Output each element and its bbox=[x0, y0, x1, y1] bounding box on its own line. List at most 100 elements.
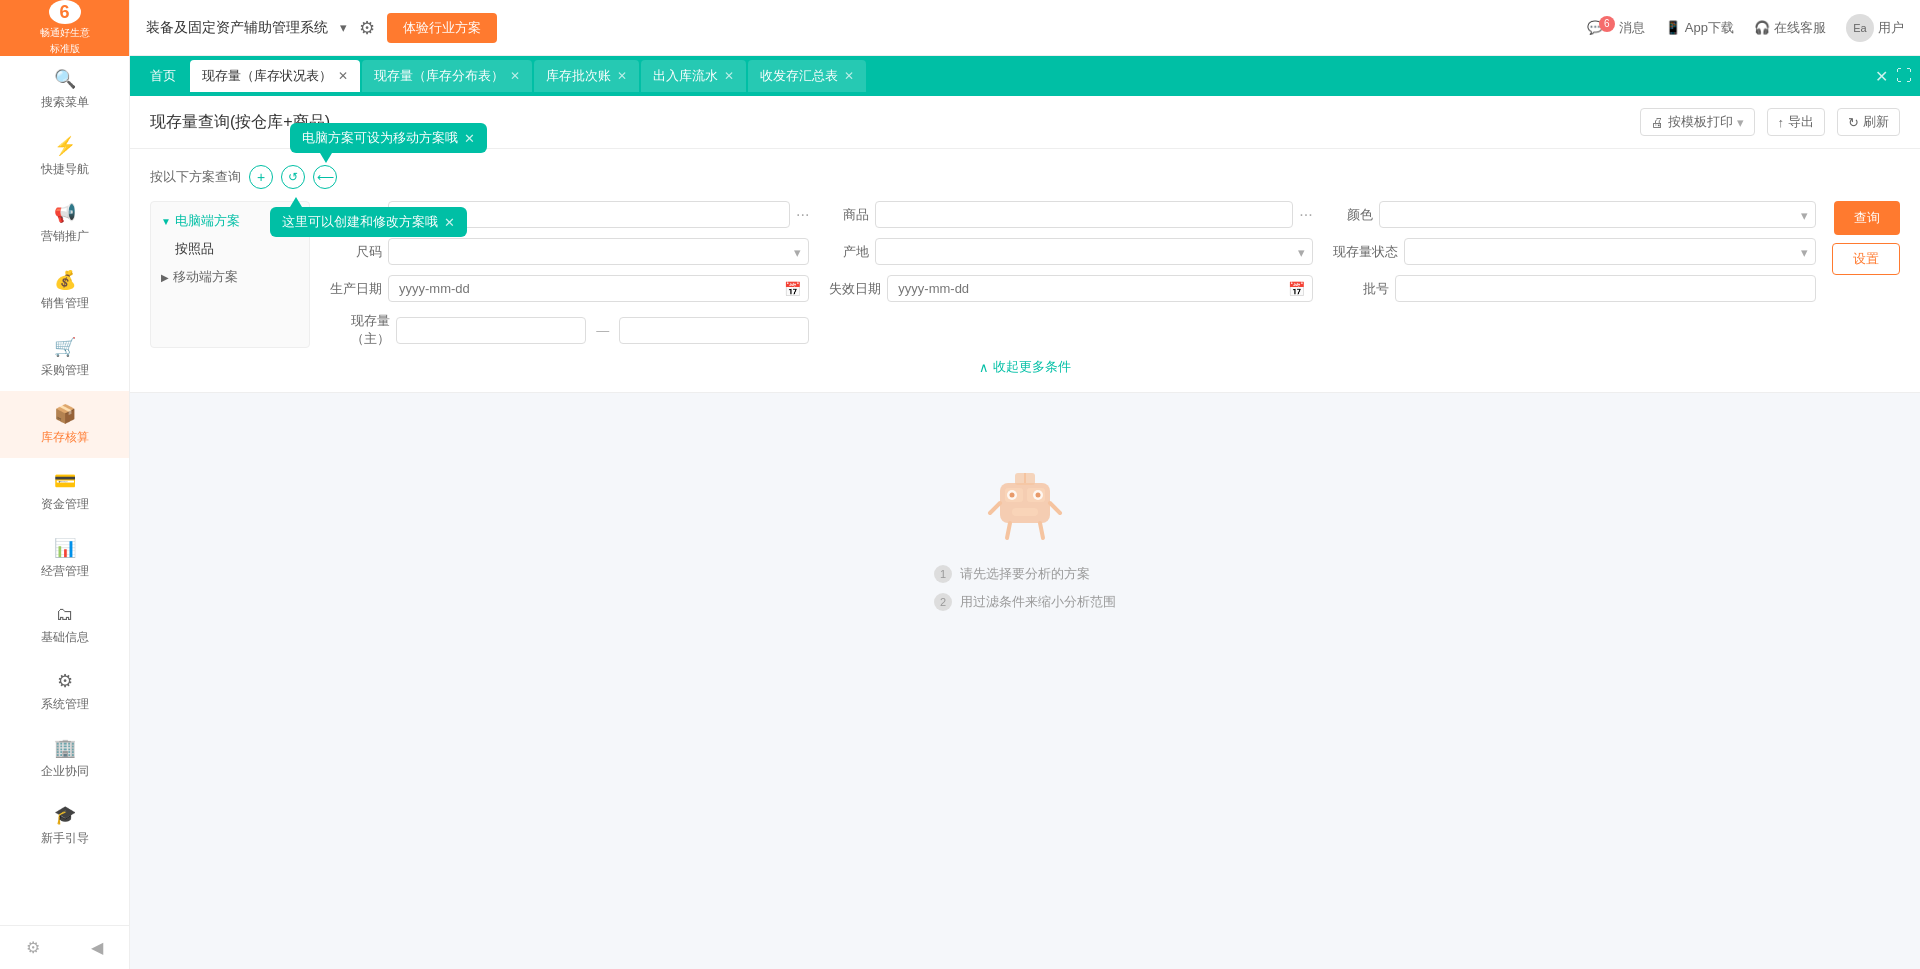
tab-batch-ledger-label: 库存批次账 bbox=[546, 67, 611, 85]
filter-size: 尺码 ▾ bbox=[326, 238, 809, 265]
add-scheme-btn[interactable]: + bbox=[249, 165, 273, 189]
tab-in-out-flow-label: 出入库流水 bbox=[653, 67, 718, 85]
user-avatar-text: Ea bbox=[1853, 22, 1866, 34]
tab-receive-summary-close[interactable]: ✕ bbox=[844, 69, 854, 83]
stock-main-label: 现存量（主） bbox=[326, 312, 390, 348]
sidebar-label-inventory: 库存核算 bbox=[41, 429, 89, 446]
sidebar-item-quicknav[interactable]: ⚡ 快捷导航 bbox=[0, 123, 129, 190]
filter-fields: 仓库 ··· 商品 ··· 颜色 bbox=[326, 201, 1816, 348]
topbar-right: 💬 6 消息 📱 App下载 🎧 在线客服 Ea 用户 bbox=[1587, 14, 1904, 42]
stock-status-select[interactable] bbox=[1404, 238, 1816, 265]
empty-icon bbox=[975, 453, 1075, 553]
refresh-scheme-btn[interactable]: ↺ bbox=[281, 165, 305, 189]
sidebar-item-marketing[interactable]: 📢 营销推广 bbox=[0, 190, 129, 257]
back-scheme-btn[interactable]: ⟵ bbox=[313, 165, 337, 189]
tab-inventory-status[interactable]: 现存量（库存状况表） ✕ bbox=[190, 60, 360, 92]
sidebar-label-guide: 新手引导 bbox=[41, 830, 89, 847]
tooltip-edit-close[interactable]: ✕ bbox=[444, 215, 455, 230]
product-input[interactable] bbox=[875, 201, 1293, 228]
quicknav-icon: ⚡ bbox=[54, 135, 76, 157]
svg-point-13 bbox=[1036, 493, 1041, 498]
industry-btn[interactable]: 体验行业方案 bbox=[387, 13, 497, 43]
sidebar-item-purchase[interactable]: 🛒 采购管理 bbox=[0, 324, 129, 391]
tabbar-fullscreen-icon[interactable]: ⛶ bbox=[1896, 67, 1912, 85]
sidebar-item-guide[interactable]: 🎓 新手引导 bbox=[0, 792, 129, 859]
chevron-up-icon: ∧ bbox=[979, 360, 989, 375]
sidebar-item-enterprise[interactable]: 🏢 企业协同 bbox=[0, 725, 129, 792]
scheme-mobile[interactable]: ▶ 移动端方案 bbox=[151, 262, 309, 292]
filter-row-4: 现存量（主） — bbox=[326, 312, 1816, 348]
sidebar-item-baseinfo[interactable]: 🗂 基础信息 bbox=[0, 592, 129, 658]
sidebar-item-search[interactable]: 🔍 搜索菜单 bbox=[0, 56, 129, 123]
bottom-settings-icon[interactable]: ⚙ bbox=[26, 938, 40, 957]
prod-date-wrap: 📅 bbox=[388, 275, 809, 302]
sidebar-item-operations[interactable]: 📊 经营管理 bbox=[0, 525, 129, 592]
origin-select[interactable] bbox=[875, 238, 1312, 265]
template-print-btn[interactable]: 🖨 按模板打印 ▾ bbox=[1640, 108, 1755, 136]
tab-in-out-flow-close[interactable]: ✕ bbox=[724, 69, 734, 83]
tab-home[interactable]: 首页 bbox=[138, 60, 188, 92]
product-dots[interactable]: ··· bbox=[1299, 206, 1312, 224]
size-select[interactable] bbox=[388, 238, 809, 265]
tab-inventory-status-close[interactable]: ✕ bbox=[338, 69, 348, 83]
online-support-btn[interactable]: 🎧 在线客服 bbox=[1754, 19, 1826, 37]
reset-btn[interactable]: 设置 bbox=[1832, 243, 1900, 275]
message-btn[interactable]: 💬 6 消息 bbox=[1587, 19, 1645, 37]
tab-home-label: 首页 bbox=[150, 67, 176, 85]
online-support-icon: 🎧 bbox=[1754, 20, 1770, 35]
svg-line-6 bbox=[1007, 523, 1010, 538]
tooltip-mobile-close[interactable]: ✕ bbox=[464, 131, 475, 146]
sidebar-item-inventory[interactable]: 📦 库存核算 bbox=[0, 391, 129, 458]
color-select[interactable] bbox=[1379, 201, 1816, 228]
search-btn[interactable]: 查询 bbox=[1834, 201, 1900, 235]
filter-prod-date: 生产日期 📅 bbox=[326, 275, 809, 302]
exp-date-input[interactable] bbox=[887, 275, 1312, 302]
sidebar-label-finance: 资金管理 bbox=[41, 496, 89, 513]
user-btn[interactable]: Ea 用户 bbox=[1846, 14, 1904, 42]
step-1-num: 1 bbox=[934, 565, 952, 583]
filter-stock-status: 现存量状态 ▾ bbox=[1333, 238, 1816, 265]
sidebar-item-system[interactable]: ⚙ 系统管理 bbox=[0, 658, 129, 725]
tab-batch-ledger-close[interactable]: ✕ bbox=[617, 69, 627, 83]
svg-line-5 bbox=[1050, 503, 1060, 513]
tabbar-close-icon[interactable]: ✕ bbox=[1875, 67, 1888, 86]
topbar-settings-icon[interactable]: ⚙ bbox=[359, 17, 375, 39]
tab-receive-summary-label: 收发存汇总表 bbox=[760, 67, 838, 85]
batch-input[interactable] bbox=[1395, 275, 1816, 302]
collapse-btn[interactable]: ∧ 收起更多条件 bbox=[150, 348, 1900, 376]
purchase-icon: 🛒 bbox=[54, 336, 76, 358]
sidebar-item-finance[interactable]: 💳 资金管理 bbox=[0, 458, 129, 525]
system-icon: ⚙ bbox=[57, 670, 73, 692]
tab-batch-ledger[interactable]: 库存批次账 ✕ bbox=[534, 60, 639, 92]
sidebar-item-sales[interactable]: 💰 销售管理 bbox=[0, 257, 129, 324]
collapse-label: 收起更多条件 bbox=[993, 358, 1071, 376]
stock-main-from-input[interactable] bbox=[396, 317, 586, 344]
app-download-label: App下载 bbox=[1685, 19, 1734, 37]
sidebar: 6 畅通好生意 标准版 🔍 搜索菜单 ⚡ 快捷导航 📢 营销推广 💰 销售管理 … bbox=[0, 0, 130, 969]
tab-inventory-dist[interactable]: 现存量（库存分布表） ✕ bbox=[362, 60, 532, 92]
search-btns: 查询 设置 bbox=[1832, 201, 1900, 348]
prod-date-input[interactable] bbox=[388, 275, 809, 302]
bottom-collapse-icon[interactable]: ◀ bbox=[91, 938, 103, 957]
baseinfo-icon: 🗂 bbox=[56, 604, 74, 625]
system-dropdown[interactable]: ▾ bbox=[340, 20, 347, 35]
tab-inventory-status-label: 现存量（库存状况表） bbox=[202, 67, 332, 85]
empty-step-1: 1 请先选择要分析的方案 bbox=[934, 565, 1116, 583]
tab-receive-summary[interactable]: 收发存汇总表 ✕ bbox=[748, 60, 866, 92]
warehouse-dots[interactable]: ··· bbox=[796, 206, 809, 224]
tab-inventory-dist-close[interactable]: ✕ bbox=[510, 69, 520, 83]
export-btn[interactable]: ↑ 导出 bbox=[1767, 108, 1826, 136]
scheme-desktop-label: 电脑端方案 bbox=[175, 212, 240, 230]
filter-exp-date: 失效日期 📅 bbox=[829, 275, 1312, 302]
finance-icon: 💳 bbox=[54, 470, 76, 492]
refresh-btn[interactable]: ↻ 刷新 bbox=[1837, 108, 1900, 136]
logo-icon: 6 bbox=[49, 0, 81, 24]
scheme-subitem-label: 按照品 bbox=[175, 241, 214, 256]
app-download-btn[interactable]: 📱 App下载 bbox=[1665, 19, 1734, 37]
filter-row-3: 生产日期 📅 失效日期 📅 bbox=[326, 275, 1816, 302]
stock-main-to-input[interactable] bbox=[619, 317, 809, 344]
tab-in-out-flow[interactable]: 出入库流水 ✕ bbox=[641, 60, 746, 92]
scheme-subitem[interactable]: 按照品 bbox=[151, 236, 309, 262]
page-content: 现存量查询(按仓库+商品) 🖨 按模板打印 ▾ ↑ 导出 ↻ 刷新 bbox=[130, 96, 1920, 969]
filter-stock-main: 现存量（主） — bbox=[326, 312, 809, 348]
